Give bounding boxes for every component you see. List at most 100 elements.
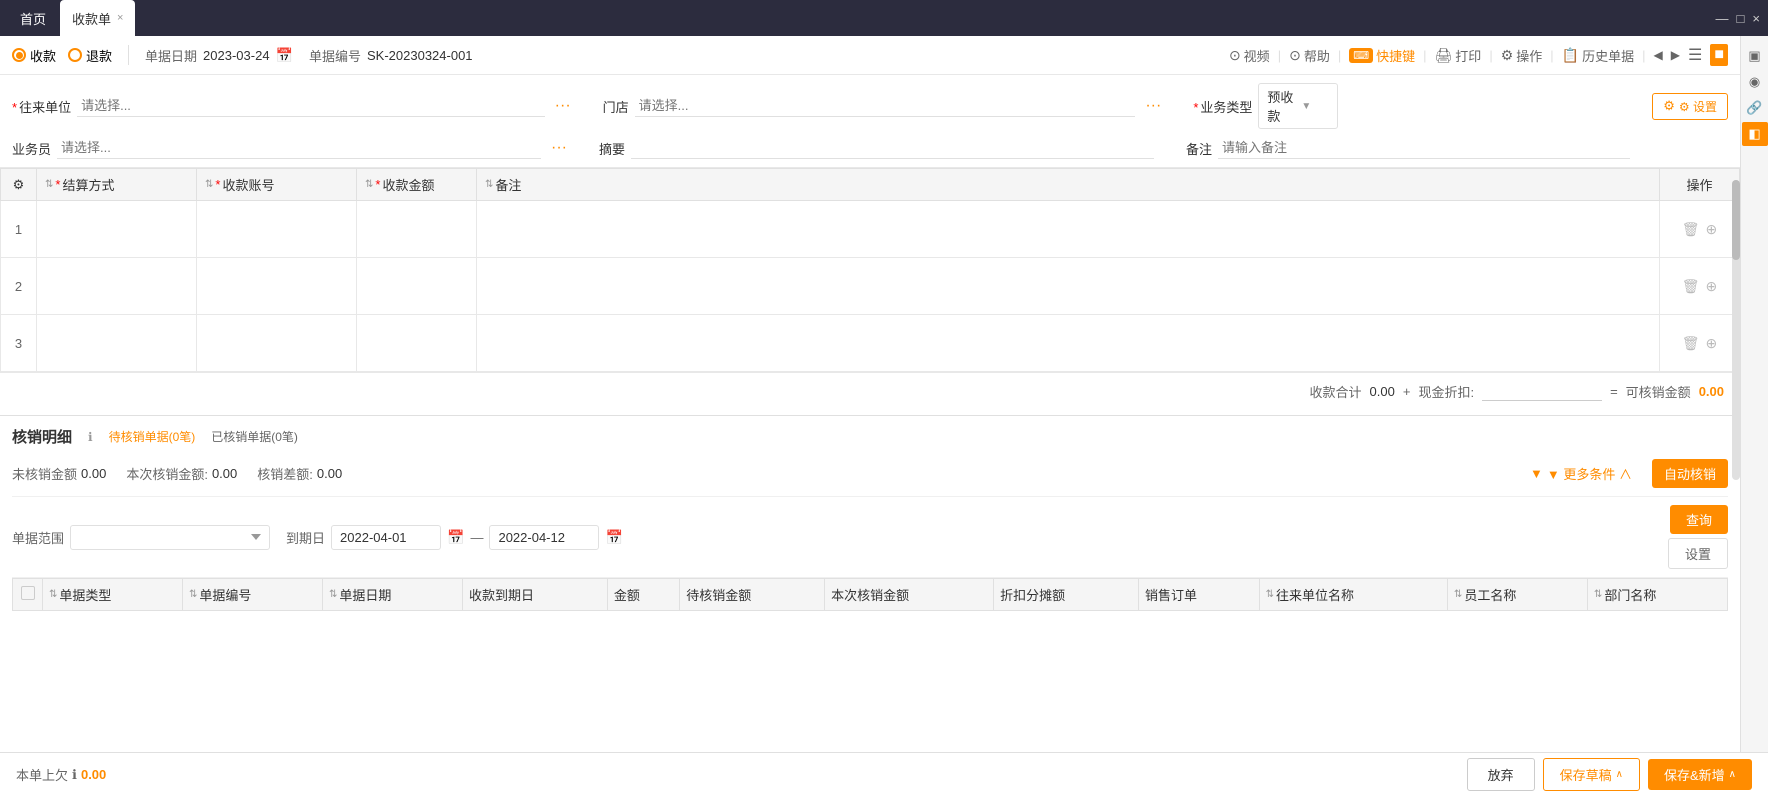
discount-input[interactable] [1482, 381, 1602, 401]
business-type-label: 业务类型 [1193, 97, 1252, 116]
doc-date-label: 单据日期 [145, 46, 197, 65]
copy-icon[interactable]: ⊕ [1706, 221, 1718, 238]
maximize-icon[interactable]: □ [1737, 11, 1745, 26]
done-tab[interactable]: 已核销单据(0笔) [211, 428, 298, 445]
pending-tab[interactable]: 待核销单据(0笔) [109, 428, 196, 445]
row-amount-1[interactable] [357, 201, 477, 258]
sort-icon: ⇅ [1454, 589, 1462, 600]
doc-date-header-label: 单据日期 [339, 585, 391, 604]
writeoff-settings-button[interactable]: 设置 [1668, 538, 1728, 569]
query-button[interactable]: 查询 [1670, 505, 1728, 534]
col-due-date-header: 收款到期日 [463, 579, 608, 611]
sidebar-list-icon[interactable]: ◉ [1743, 70, 1767, 94]
sidebar-table-icon[interactable]: ▣ [1743, 44, 1767, 68]
date-to-calendar-icon[interactable]: 📅 [605, 529, 622, 546]
refund-radio[interactable]: 退款 [68, 46, 112, 65]
writeoff-info-icon[interactable]: ℹ [88, 430, 93, 444]
row-settle-3[interactable] [37, 315, 197, 372]
save-new-button[interactable]: 保存&新增 ∧ [1648, 759, 1752, 790]
bottom-info-icon: ℹ [72, 767, 77, 783]
form-row-1: 往来单位 ··· 门店 ··· 业务类型 预收款 ▼ ⚙ [12, 83, 1728, 129]
sort-icon: ⇅ [45, 179, 53, 190]
scrollbar[interactable] [1732, 180, 1740, 480]
filter-row: 单据范围 到期日 📅 — 📅 查询 设置 [12, 496, 1728, 578]
operation-action[interactable]: ⚙ 操作 [1501, 46, 1543, 65]
auto-writeoff-button[interactable]: 自动核销 [1652, 459, 1728, 488]
row-amount-2[interactable] [357, 258, 477, 315]
date-from-calendar-icon[interactable]: 📅 [447, 529, 464, 546]
select-all-checkbox[interactable] [21, 586, 35, 600]
summary-input[interactable] [631, 137, 1154, 159]
minimize-icon[interactable]: — [1716, 11, 1729, 26]
sort-icon: ⇅ [1266, 589, 1274, 600]
staff-dots-icon[interactable]: ··· [551, 140, 567, 156]
more-conditions-btn[interactable]: ▼ ▼ 更多条件 ∧ [1530, 464, 1632, 483]
row-account-1[interactable] [197, 201, 357, 258]
copy-icon[interactable]: ⊕ [1706, 335, 1718, 352]
pending-header-label: 待核销金额 [686, 588, 751, 603]
receipt-radio[interactable]: 收款 [12, 46, 56, 65]
counterpart-input[interactable] [77, 95, 545, 117]
amount-header-label: 收款金额 [382, 175, 434, 194]
range-filter-field: 单据范围 [12, 525, 270, 550]
nav-receipt-tab[interactable]: 收款单 × [60, 0, 135, 36]
close-tab-icon[interactable]: × [117, 12, 123, 24]
doc-no-label: 单据编号 [309, 46, 361, 65]
row-note-2[interactable] [477, 258, 1660, 315]
business-type-select[interactable]: 预收款 ▼ [1258, 83, 1338, 129]
col-gear[interactable]: ⚙ [1, 169, 37, 201]
row-account-2[interactable] [197, 258, 357, 315]
history-icon: 📋 [1562, 47, 1579, 64]
save-draft-label: 保存草稿 [1560, 765, 1612, 784]
staff-input[interactable] [57, 137, 541, 159]
row-account-3[interactable] [197, 315, 357, 372]
store-dots-icon[interactable]: ··· [1145, 98, 1161, 114]
sidebar-link-icon[interactable]: 🔗 [1743, 96, 1767, 120]
table-row: 3 🗑 ⊕ [1, 315, 1740, 372]
help-icon: ⊙ [1289, 47, 1301, 64]
settings-gear-icon: ⚙ [1663, 98, 1675, 114]
row-settle-2[interactable] [37, 258, 197, 315]
row-action-2: 🗑 ⊕ [1660, 258, 1740, 315]
row-note-1[interactable] [477, 201, 1660, 258]
shortcut-action[interactable]: ⌨ 快捷键 [1349, 46, 1415, 65]
nav-left-icon[interactable]: ◀ [1654, 48, 1663, 62]
skin-icon[interactable]: ■ [1710, 44, 1728, 66]
sidebar-expand-icon[interactable]: ◧ [1742, 122, 1768, 146]
delete-icon[interactable]: 🗑 [1682, 335, 1700, 352]
col-counterpart-header: ⇅ 往来单位名称 [1259, 579, 1447, 611]
nav-home-tab[interactable]: 首页 [8, 0, 58, 36]
scroll-thumb[interactable] [1732, 180, 1740, 260]
save-draft-button[interactable]: 保存草稿 ∧ [1543, 758, 1640, 791]
row-action-1: 🗑 ⊕ [1660, 201, 1740, 258]
writeoff-header: 核销明细 ℹ 待核销单据(0笔) 已核销单据(0笔) [12, 426, 1728, 447]
total-label: 收款合计 [1310, 382, 1362, 401]
video-action[interactable]: ⊙ 视频 [1229, 46, 1270, 65]
calendar-icon[interactable]: 📅 [276, 47, 293, 64]
delete-icon[interactable]: 🗑 [1682, 221, 1700, 238]
window-close-icon[interactable]: × [1752, 11, 1760, 26]
nav-right-icon[interactable]: ▶ [1671, 48, 1680, 62]
date-to-input[interactable] [489, 525, 599, 550]
remark-input[interactable] [1218, 137, 1630, 159]
layout-icon[interactable]: ☰ [1688, 45, 1702, 65]
receipt-table-container: ⚙ ⇅ * 结算方式 ⇅ * [0, 168, 1740, 372]
delete-icon[interactable]: 🗑 [1682, 278, 1700, 295]
store-input[interactable] [635, 95, 1136, 117]
print-action[interactable]: 🖨 打印 [1435, 46, 1482, 65]
row-amount-3[interactable] [357, 315, 477, 372]
form-settings-button[interactable]: ⚙ ⚙ 设置 [1652, 93, 1728, 120]
row-settle-1[interactable] [37, 201, 197, 258]
col-dept-header: ⇅ 部门名称 [1587, 579, 1727, 611]
abandon-button[interactable]: 放弃 [1467, 758, 1535, 791]
copy-icon[interactable]: ⊕ [1706, 278, 1718, 295]
date-from-input[interactable] [331, 525, 441, 550]
help-action[interactable]: ⊙ 帮助 [1289, 46, 1330, 65]
range-filter-select[interactable] [70, 525, 270, 550]
counterpart-dots-icon[interactable]: ··· [555, 98, 571, 114]
history-action[interactable]: 📋 历史单据 [1562, 46, 1634, 65]
row-note-3[interactable] [477, 315, 1660, 372]
discount-label: 现金折扣: [1418, 382, 1474, 401]
col-doc-no-header: ⇅ 单据编号 [183, 579, 323, 611]
current-value: 0.00 [81, 767, 106, 782]
